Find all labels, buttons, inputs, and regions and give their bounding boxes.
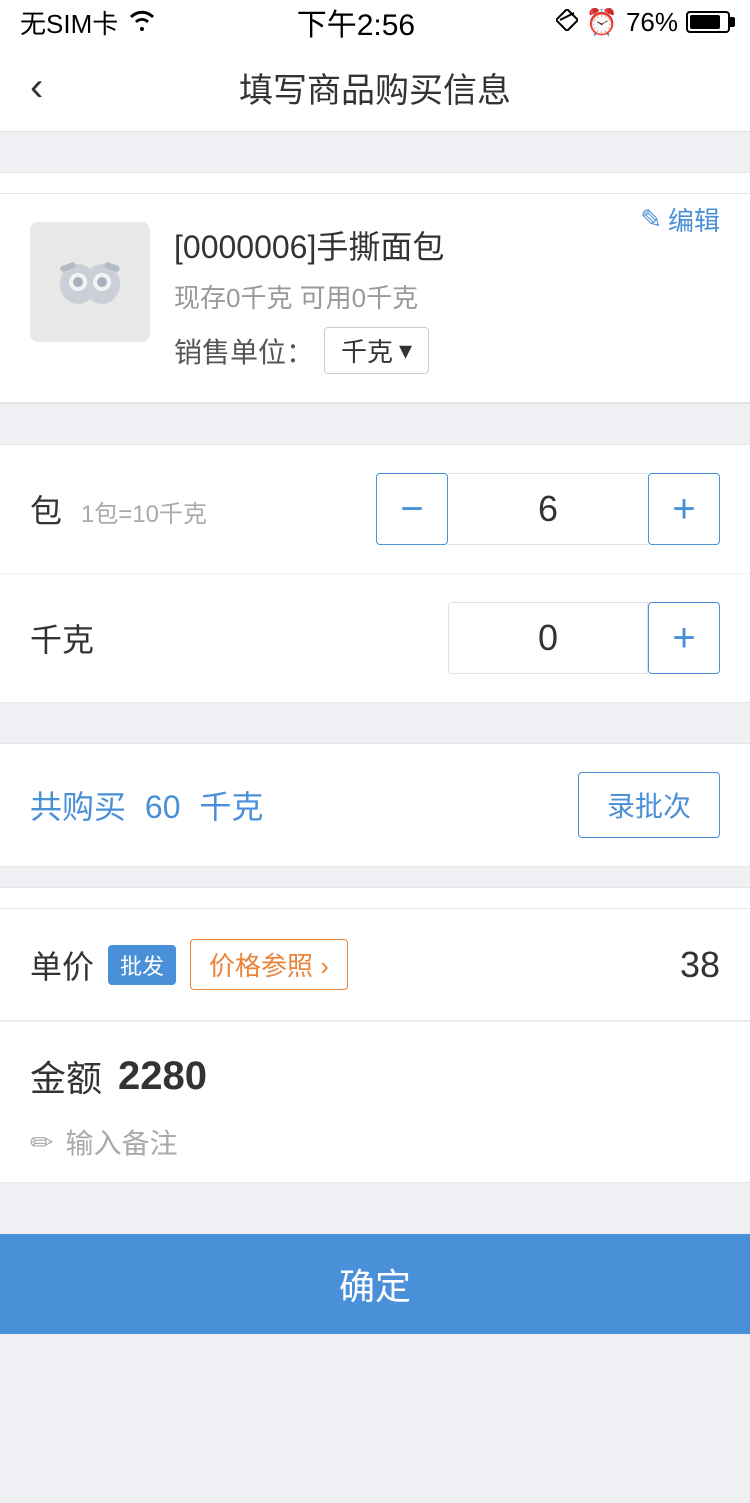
remark-row[interactable]: ✏ 输入备注 [30, 1122, 720, 1162]
alarm-icon: ⏰ [586, 7, 618, 38]
quantity-row-kg: 千克 + [0, 574, 750, 702]
quantity-hint-bao: 1包=10千克 [81, 501, 207, 528]
quantity-section: 包 1包=10千克 − + 千克 + [0, 444, 750, 703]
app-wrapper: 无SIM卡 下午2:56 ⏰ 76% [0, 0, 750, 1503]
price-amount-section: 单价 批发 价格参照 › 38 金额 2280 ✏ 输入备注 [0, 887, 750, 1183]
edit-button[interactable]: ✎ 编辑 [640, 201, 720, 238]
price-value: 38 [680, 944, 720, 986]
price-section: 单价 批发 价格参照 › 38 [0, 908, 750, 1021]
amount-row: 金额 2280 [30, 1050, 720, 1102]
unit-select[interactable]: 千克 ▾ [324, 327, 429, 374]
status-left: 无SIM卡 [20, 4, 156, 41]
carrier-text: 无SIM卡 [20, 4, 118, 41]
quantity-controls-bao: − + [376, 473, 720, 545]
product-image [30, 222, 150, 342]
battery-icon [686, 11, 730, 33]
quantity-kg-input[interactable] [448, 602, 648, 674]
edit-label: 编辑 [668, 201, 720, 238]
total-amount: 60 [145, 789, 181, 825]
price-label: 单价 [30, 942, 94, 988]
total-prefix: 共购买 [30, 789, 126, 825]
product-card: [0000006]手撕面包 现存0千克 可用0千克 销售单位： 千克 ▾ ✎ 编… [0, 172, 750, 404]
status-right: ⏰ 76% [556, 7, 730, 38]
product-name: [0000006]手撕面包 [174, 222, 720, 268]
separator-2 [0, 404, 750, 424]
batch-button[interactable]: 录批次 [578, 772, 720, 838]
quantity-bao-input[interactable] [448, 473, 648, 545]
price-left: 单价 批发 价格参照 › [30, 939, 348, 990]
separator-3 [0, 703, 750, 723]
product-stock: 现存0千克 可用0千克 [174, 278, 720, 315]
chevron-down-icon: ▾ [399, 335, 412, 366]
product-unit-row: 销售单位： 千克 ▾ [174, 327, 720, 374]
increment-kg-button[interactable]: + [648, 602, 720, 674]
separator-1 [0, 132, 750, 152]
page-title: 填写商品购买信息 [239, 63, 511, 112]
edit-icon: ✎ [640, 204, 662, 235]
total-section: 共购买 60 千克 录批次 [0, 743, 750, 867]
status-bar: 无SIM卡 下午2:56 ⏰ 76% [0, 0, 750, 44]
quantity-label-kg: 千克 [30, 615, 448, 661]
confirm-button[interactable]: 确定 [0, 1234, 750, 1334]
total-text: 共购买 60 千克 [30, 782, 263, 828]
price-ref-button[interactable]: 价格参照 › [190, 939, 348, 990]
location-icon [556, 7, 578, 38]
nav-bar: ‹ 填写商品购买信息 [0, 44, 750, 132]
back-button[interactable]: ‹ [30, 65, 43, 110]
amount-value: 2280 [118, 1054, 207, 1099]
total-unit: 千克 [199, 789, 263, 825]
amount-label: 金额 [30, 1050, 102, 1102]
product-info: [0000006]手撕面包 现存0千克 可用0千克 销售单位： 千克 ▾ [174, 222, 720, 374]
quantity-controls-kg: + [448, 602, 720, 674]
unit-label: 销售单位： [174, 331, 314, 371]
separator-4 [0, 867, 750, 887]
increment-bao-button[interactable]: + [648, 473, 720, 545]
remark-icon: ✏ [30, 1126, 53, 1159]
quantity-row-bao: 包 1包=10千克 − + [0, 445, 750, 574]
battery-percent: 76% [626, 7, 678, 38]
quantity-label-bao: 包 1包=10千克 [30, 486, 376, 532]
status-time: 下午2:56 [297, 0, 415, 44]
price-row: 单价 批发 价格参照 › 38 [30, 939, 720, 990]
wifi-icon [128, 7, 156, 38]
remark-placeholder: 输入备注 [65, 1122, 177, 1162]
decrement-bao-button[interactable]: − [376, 473, 448, 545]
confirm-label: 确定 [339, 1258, 411, 1310]
price-tag: 批发 [108, 945, 176, 985]
amount-section: 金额 2280 ✏ 输入备注 [0, 1021, 750, 1182]
